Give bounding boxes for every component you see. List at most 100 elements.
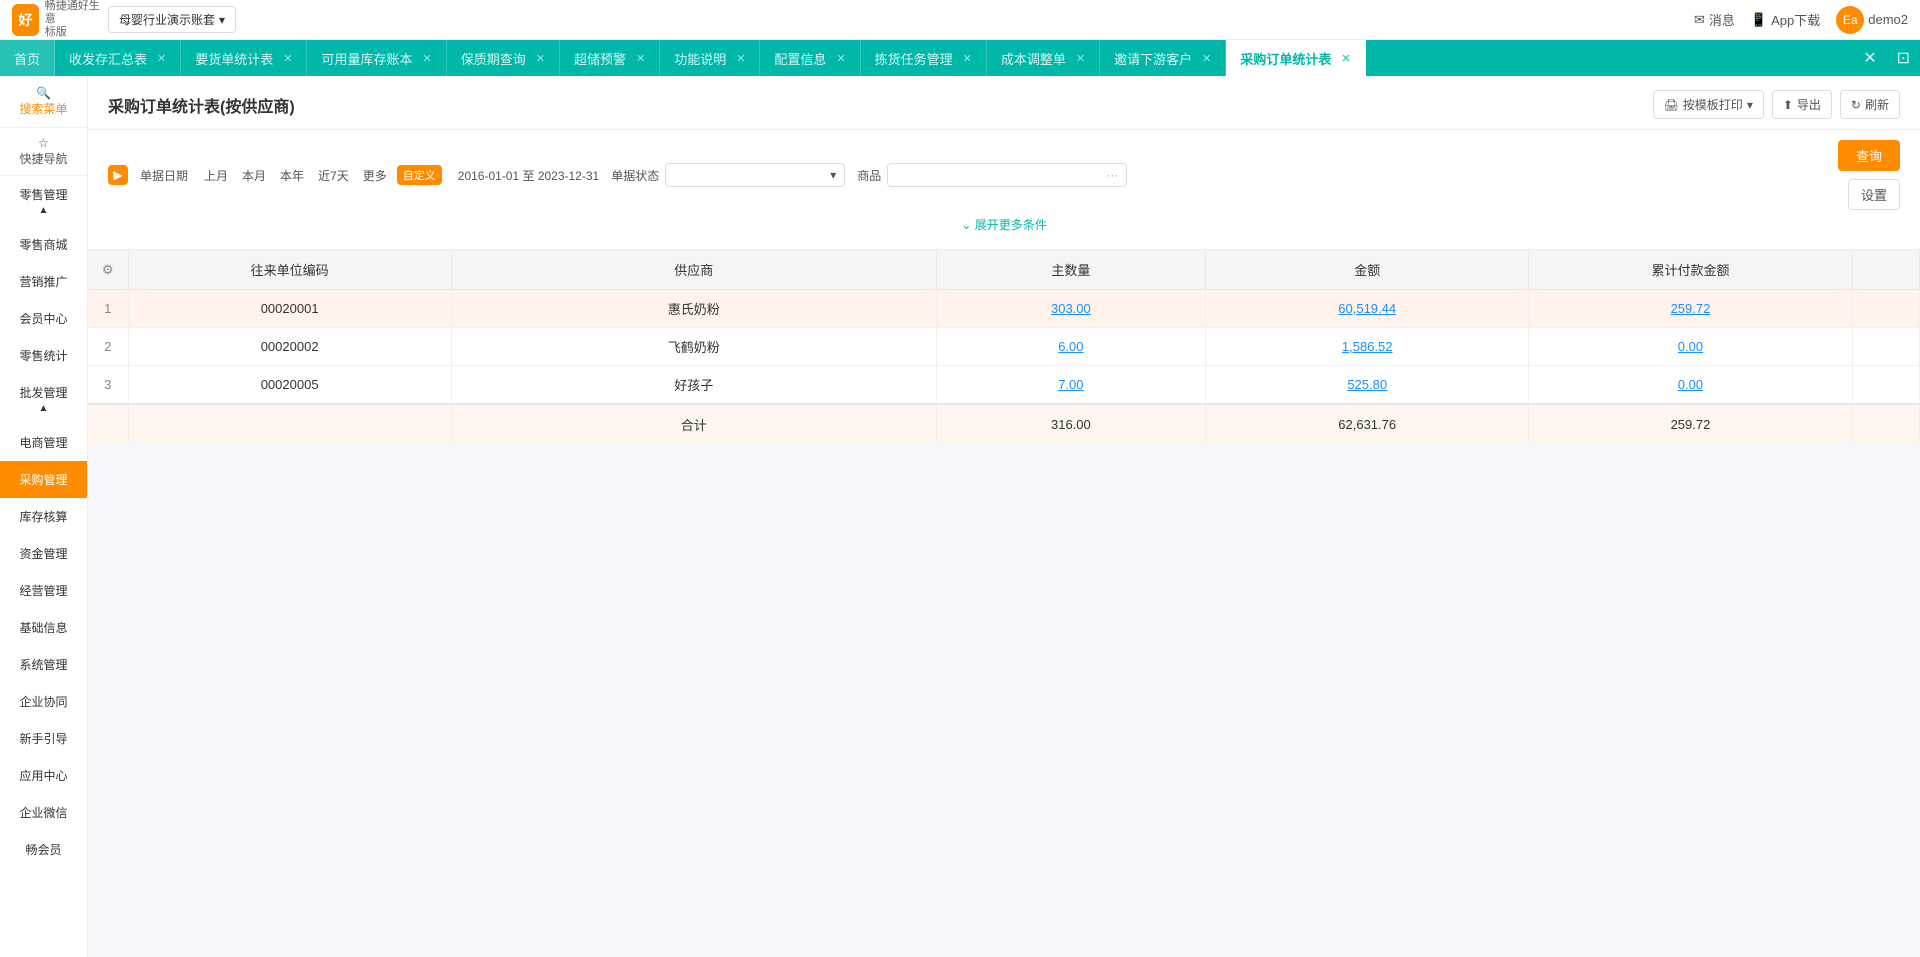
sidebar-item-finance[interactable]: 资金管理 bbox=[0, 535, 87, 572]
th-code: 往来单位编码 bbox=[128, 250, 451, 290]
template-print-btn[interactable]: 🖨 按模板打印 ▾ bbox=[1653, 90, 1764, 119]
close-icon[interactable]: ✕ bbox=[1076, 52, 1085, 65]
td-supplier: 惠氏奶粉 bbox=[451, 290, 936, 328]
td-amount[interactable]: 1,586.52 bbox=[1206, 328, 1529, 366]
sidebar-item-inventory[interactable]: 库存核算 bbox=[0, 498, 87, 535]
status-select[interactable]: ▾ bbox=[665, 163, 845, 187]
sidebar-item-system-mgmt[interactable]: 系统管理 bbox=[0, 646, 87, 683]
td-paid[interactable]: 0.00 bbox=[1529, 328, 1852, 366]
tab-baozhiqi[interactable]: 保质期查询 ✕ bbox=[447, 40, 560, 76]
sidebar-item-enterprise-wechat[interactable]: 企业微信 bbox=[0, 794, 87, 831]
shortcut-7days[interactable]: 近7天 bbox=[314, 165, 353, 186]
export-btn[interactable]: ⬆ 导出 bbox=[1772, 90, 1832, 119]
shortcut-last-month[interactable]: 上月 bbox=[200, 165, 232, 186]
date-custom-btn[interactable]: 自定义 bbox=[397, 165, 442, 185]
tab-chengben[interactable]: 成本调整单 ✕ bbox=[987, 40, 1100, 76]
td-no: 3 bbox=[88, 366, 128, 405]
tab-gongneng[interactable]: 功能说明 ✕ bbox=[660, 40, 760, 76]
sidebar-item-enterprise-collab[interactable]: 企业协同 bbox=[0, 683, 87, 720]
sidebar-search[interactable]: 🔍 搜索菜单 bbox=[0, 76, 87, 128]
sidebar-item-newbie-guide[interactable]: 新手引导 bbox=[0, 720, 87, 757]
close-icon[interactable]: ✕ bbox=[283, 52, 292, 65]
close-icon[interactable]: ✕ bbox=[157, 52, 166, 65]
sidebar-item-app-center[interactable]: 应用中心 bbox=[0, 757, 87, 794]
sidebar-item-member-center[interactable]: 会员中心 bbox=[0, 300, 87, 337]
close-icon[interactable]: ✕ bbox=[636, 52, 645, 65]
message-icon: ✉ bbox=[1694, 12, 1705, 28]
workspace-selector[interactable]: 母婴行业演示账套 ▾ bbox=[108, 6, 236, 33]
close-window-btn[interactable]: ✕ bbox=[1853, 48, 1886, 68]
query-btn[interactable]: 查询 bbox=[1838, 140, 1900, 171]
td-empty bbox=[1852, 290, 1919, 328]
td-amount[interactable]: 60,519.44 bbox=[1206, 290, 1529, 328]
gear-icon[interactable]: ⚙ bbox=[102, 262, 114, 277]
sidebar-item-wholesale-mgmt[interactable]: 批发管理 ▲ bbox=[0, 374, 87, 424]
tab-caigou-active[interactable]: 采购订单统计表 ✕ bbox=[1226, 40, 1365, 76]
td-footer-amount: 62,631.76 bbox=[1206, 404, 1529, 444]
sidebar-item-purchase-mgmt[interactable]: 采购管理 bbox=[0, 461, 87, 498]
sidebar-shortcut-nav[interactable]: ☆ 快捷导航 bbox=[0, 128, 87, 176]
th-supplier: 供应商 bbox=[451, 250, 936, 290]
tab-shoufacun[interactable]: 收发存汇总表 ✕ bbox=[55, 40, 181, 76]
td-qty[interactable]: 303.00 bbox=[936, 290, 1205, 328]
close-icon[interactable]: ✕ bbox=[963, 52, 972, 65]
sidebar-item-retail-mgmt[interactable]: 零售管理 ▲ bbox=[0, 176, 87, 226]
close-icon[interactable]: ✕ bbox=[536, 52, 545, 65]
sidebar-item-retail-shop[interactable]: 零售商城 bbox=[0, 226, 87, 263]
tab-peizhi[interactable]: 配置信息 ✕ bbox=[760, 40, 860, 76]
sidebar-item-ecommerce[interactable]: 电商管理 bbox=[0, 424, 87, 461]
tab-chaochuyujing[interactable]: 超储预警 ✕ bbox=[560, 40, 660, 76]
top-right-actions: ✉ 消息 📱 App下载 Ea demo2 bbox=[1694, 6, 1908, 34]
sidebar-item-marketing[interactable]: 营销推广 bbox=[0, 263, 87, 300]
product-input[interactable]: ··· bbox=[887, 163, 1127, 187]
td-paid[interactable]: 0.00 bbox=[1529, 366, 1852, 405]
th-amount: 金额 bbox=[1206, 250, 1529, 290]
date-shortcuts: 上月 本月 本年 近7天 更多 自定义 bbox=[200, 165, 442, 186]
product-filter: 商品 ··· bbox=[857, 163, 1127, 187]
refresh-btn[interactable]: ↻ 刷新 bbox=[1840, 90, 1900, 119]
td-code: 00020005 bbox=[128, 366, 451, 405]
close-icon[interactable]: ✕ bbox=[1341, 52, 1350, 65]
filter-toggle-btn[interactable]: ▶ bbox=[108, 165, 128, 185]
export-icon: ⬆ bbox=[1783, 98, 1793, 112]
close-icon[interactable]: ✕ bbox=[736, 52, 745, 65]
app-download-btn[interactable]: 📱 App下载 bbox=[1751, 10, 1820, 29]
close-icon[interactable]: ✕ bbox=[423, 52, 432, 65]
tab-home[interactable]: 首页 bbox=[0, 40, 55, 76]
th-qty: 主数量 bbox=[936, 250, 1205, 290]
td-code: 00020002 bbox=[128, 328, 451, 366]
td-qty[interactable]: 6.00 bbox=[936, 328, 1205, 366]
td-footer-paid: 259.72 bbox=[1529, 404, 1852, 444]
print-icon: 🖨 bbox=[1664, 98, 1679, 112]
sidebar-item-operations[interactable]: 经营管理 bbox=[0, 572, 87, 609]
sidebar-item-member[interactable]: 畅会员 bbox=[0, 831, 87, 868]
close-icon[interactable]: ✕ bbox=[836, 52, 845, 65]
message-btn[interactable]: ✉ 消息 bbox=[1694, 10, 1735, 29]
chevron-down-icon: ▾ bbox=[1747, 98, 1753, 112]
sidebar: 🔍 搜索菜单 ☆ 快捷导航 零售管理 ▲ 零售商城 营销推广 会员中心 零售统计… bbox=[0, 76, 88, 957]
td-footer-empty2 bbox=[1852, 404, 1919, 444]
table-row: 3 00020005 好孩子 7.00 525.80 0.00 bbox=[88, 366, 1920, 405]
user-avatar[interactable]: Ea demo2 bbox=[1836, 6, 1908, 34]
tab-keyongliang[interactable]: 可用量库存账本 ✕ bbox=[307, 40, 446, 76]
sidebar-item-retail-stats[interactable]: 零售统计 bbox=[0, 337, 87, 374]
sidebar-item-base-info[interactable]: 基础信息 bbox=[0, 609, 87, 646]
tab-jianhuo[interactable]: 拣货任务管理 ✕ bbox=[861, 40, 987, 76]
close-icon[interactable]: ✕ bbox=[1202, 52, 1211, 65]
td-qty[interactable]: 7.00 bbox=[936, 366, 1205, 405]
shortcut-more[interactable]: 更多 bbox=[359, 165, 391, 186]
td-empty bbox=[1852, 366, 1919, 405]
expand-icon: ⌄ bbox=[961, 218, 971, 232]
shortcut-this-year[interactable]: 本年 bbox=[276, 165, 308, 186]
tab-yaohuo[interactable]: 要货单统计表 ✕ bbox=[181, 40, 307, 76]
content-area: 采购订单统计表(按供应商) 🖨 按模板打印 ▾ ⬆ 导出 ↻ 刷新 bbox=[88, 76, 1920, 957]
shortcut-this-month[interactable]: 本月 bbox=[238, 165, 270, 186]
td-amount[interactable]: 525.80 bbox=[1206, 366, 1529, 405]
tab-yaoqing[interactable]: 邀请下游客户 ✕ bbox=[1100, 40, 1226, 76]
date-range-display: 2016-01-01 至 2023-12-31 bbox=[458, 167, 599, 184]
expand-more-btn[interactable]: ⌄ 展开更多条件 bbox=[108, 210, 1900, 239]
th-empty bbox=[1852, 250, 1919, 290]
td-paid[interactable]: 259.72 bbox=[1529, 290, 1852, 328]
settings-btn[interactable]: 设置 bbox=[1848, 179, 1900, 210]
maximize-btn[interactable]: ⊡ bbox=[1887, 48, 1920, 68]
